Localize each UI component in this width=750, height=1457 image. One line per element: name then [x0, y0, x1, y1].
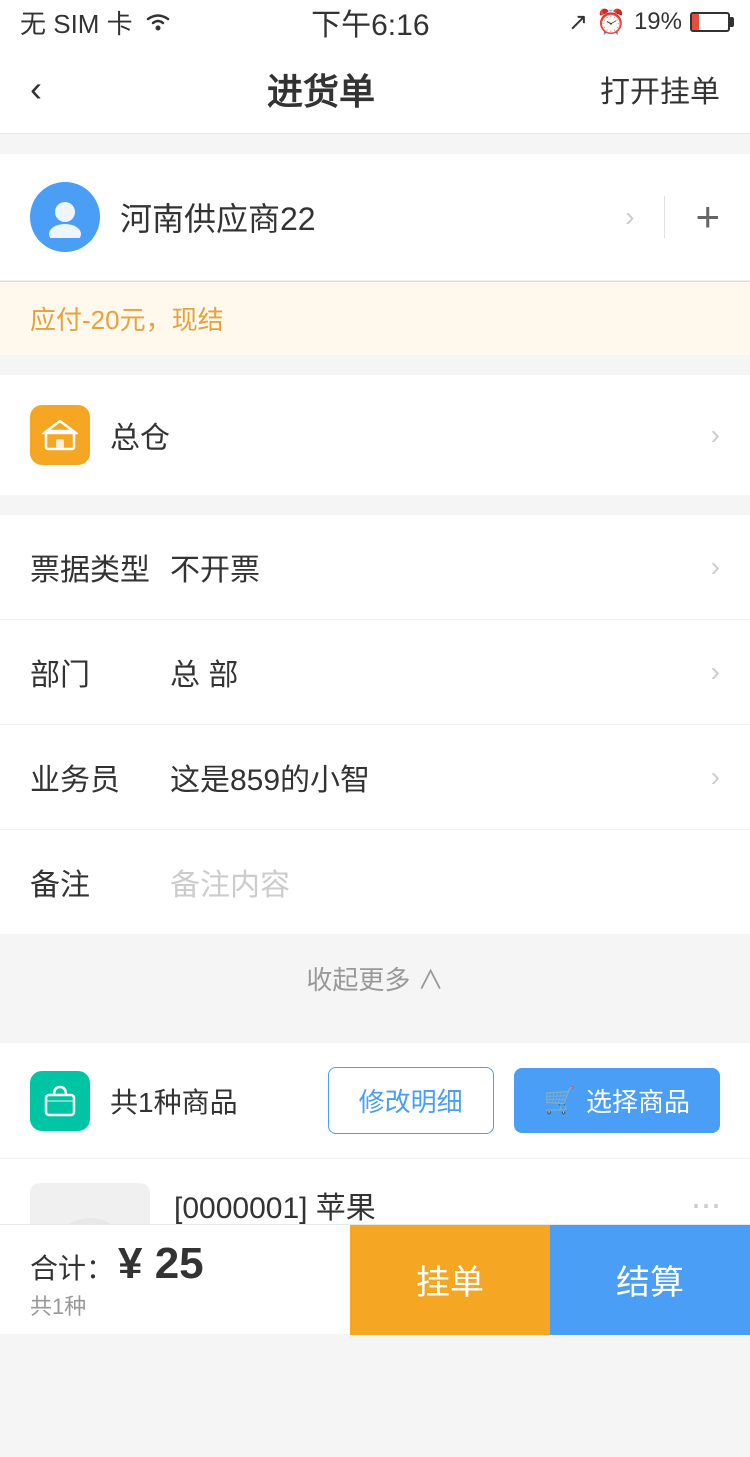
supplier-row[interactable]: 河南供应商22 › +: [0, 154, 750, 281]
product-title: 苹果: [316, 1192, 376, 1225]
alarm-icon: ⏰: [596, 8, 626, 37]
select-product-button[interactable]: 🛒 选择商品: [514, 1068, 720, 1133]
invoice-type-label: 票据类型: [30, 545, 150, 589]
location-icon: ↗: [568, 8, 588, 37]
department-label: 部门: [30, 650, 150, 694]
invoice-type-value: 不开票: [170, 545, 711, 589]
warehouse-icon: [30, 405, 90, 465]
product-section-icon: [30, 1071, 90, 1131]
carrier-text: 无 SIM 卡: [20, 4, 133, 41]
product-name: [0000001] 苹果: [174, 1183, 666, 1227]
status-bar: 无 SIM 卡 下午6:16 ↗ ⏰ 19%: [0, 0, 750, 44]
warehouse-chevron-icon: ›: [711, 419, 720, 451]
product-more-button[interactable]: ···: [690, 1183, 720, 1225]
remark-row[interactable]: 备注 备注内容: [0, 829, 750, 934]
back-button[interactable]: ‹: [30, 68, 42, 110]
open-hang-button[interactable]: 打开挂单: [600, 67, 720, 111]
supplier-section: 河南供应商22 › + 应付-20元，现结: [0, 154, 750, 355]
product-header: 共1种商品 修改明细 🛒 选择商品: [0, 1023, 750, 1158]
invoice-type-row[interactable]: 票据类型 不开票 ›: [0, 515, 750, 619]
supplier-chevron-icon: ›: [625, 201, 634, 233]
battery-percent: 19%: [634, 8, 682, 36]
department-row[interactable]: 部门 总 部 ›: [0, 619, 750, 724]
supplier-name: 河南供应商22: [120, 194, 625, 240]
separator-1: [0, 134, 750, 154]
warehouse-row[interactable]: 总仓 ›: [0, 375, 750, 495]
hang-button[interactable]: 挂单: [350, 1225, 550, 1335]
supplier-notice: 应付-20元，现结: [0, 281, 750, 355]
product-count: 共1种商品: [110, 1081, 308, 1121]
salesperson-value: 这是859的小智: [170, 755, 711, 799]
collapse-button[interactable]: 收起更多 ∧: [0, 934, 750, 1023]
warehouse-name: 总仓: [110, 413, 711, 457]
status-carrier: 无 SIM 卡: [20, 4, 173, 41]
supplier-actions: › +: [625, 196, 720, 238]
bottom-bar: 合计： ¥ 25 共1种 挂单 结算: [0, 1224, 750, 1334]
nav-bar: ‹ 进货单 打开挂单: [0, 44, 750, 134]
status-time: 下午6:16: [311, 0, 429, 44]
warehouse-section: 总仓 ›: [0, 375, 750, 495]
total-amount: ¥ 25: [118, 1239, 204, 1289]
status-icons: ↗ ⏰ 19%: [568, 8, 730, 37]
supplier-add-icon[interactable]: +: [664, 196, 720, 238]
product-code: [0000001]: [174, 1192, 316, 1225]
supplier-avatar: [30, 182, 100, 252]
checkout-button[interactable]: 结算: [550, 1225, 750, 1335]
total-label: 合计：: [30, 1247, 114, 1287]
remark-label: 备注: [30, 860, 150, 904]
bottom-total: 合计： ¥ 25 共1种: [0, 1239, 350, 1321]
select-product-icon: 🛒: [544, 1085, 576, 1116]
separator-2: [0, 355, 750, 375]
salesperson-chevron: ›: [711, 761, 720, 793]
wifi-icon: [143, 7, 173, 38]
form-section: 票据类型 不开票 › 部门 总 部 › 业务员 这是859的小智 › 备注 备注…: [0, 515, 750, 934]
total-count: 共1种: [30, 1289, 320, 1321]
battery-icon: [690, 12, 730, 32]
select-product-label: 选择商品: [586, 1082, 690, 1119]
remark-input[interactable]: 备注内容: [170, 860, 720, 904]
salesperson-label: 业务员: [30, 755, 150, 799]
nav-title: 进货单: [267, 63, 375, 115]
separator-3: [0, 495, 750, 515]
invoice-type-chevron: ›: [711, 551, 720, 583]
department-chevron: ›: [711, 656, 720, 688]
salesperson-row[interactable]: 业务员 这是859的小智 ›: [0, 724, 750, 829]
department-value: 总 部: [170, 650, 711, 694]
edit-detail-button[interactable]: 修改明细: [328, 1067, 494, 1134]
